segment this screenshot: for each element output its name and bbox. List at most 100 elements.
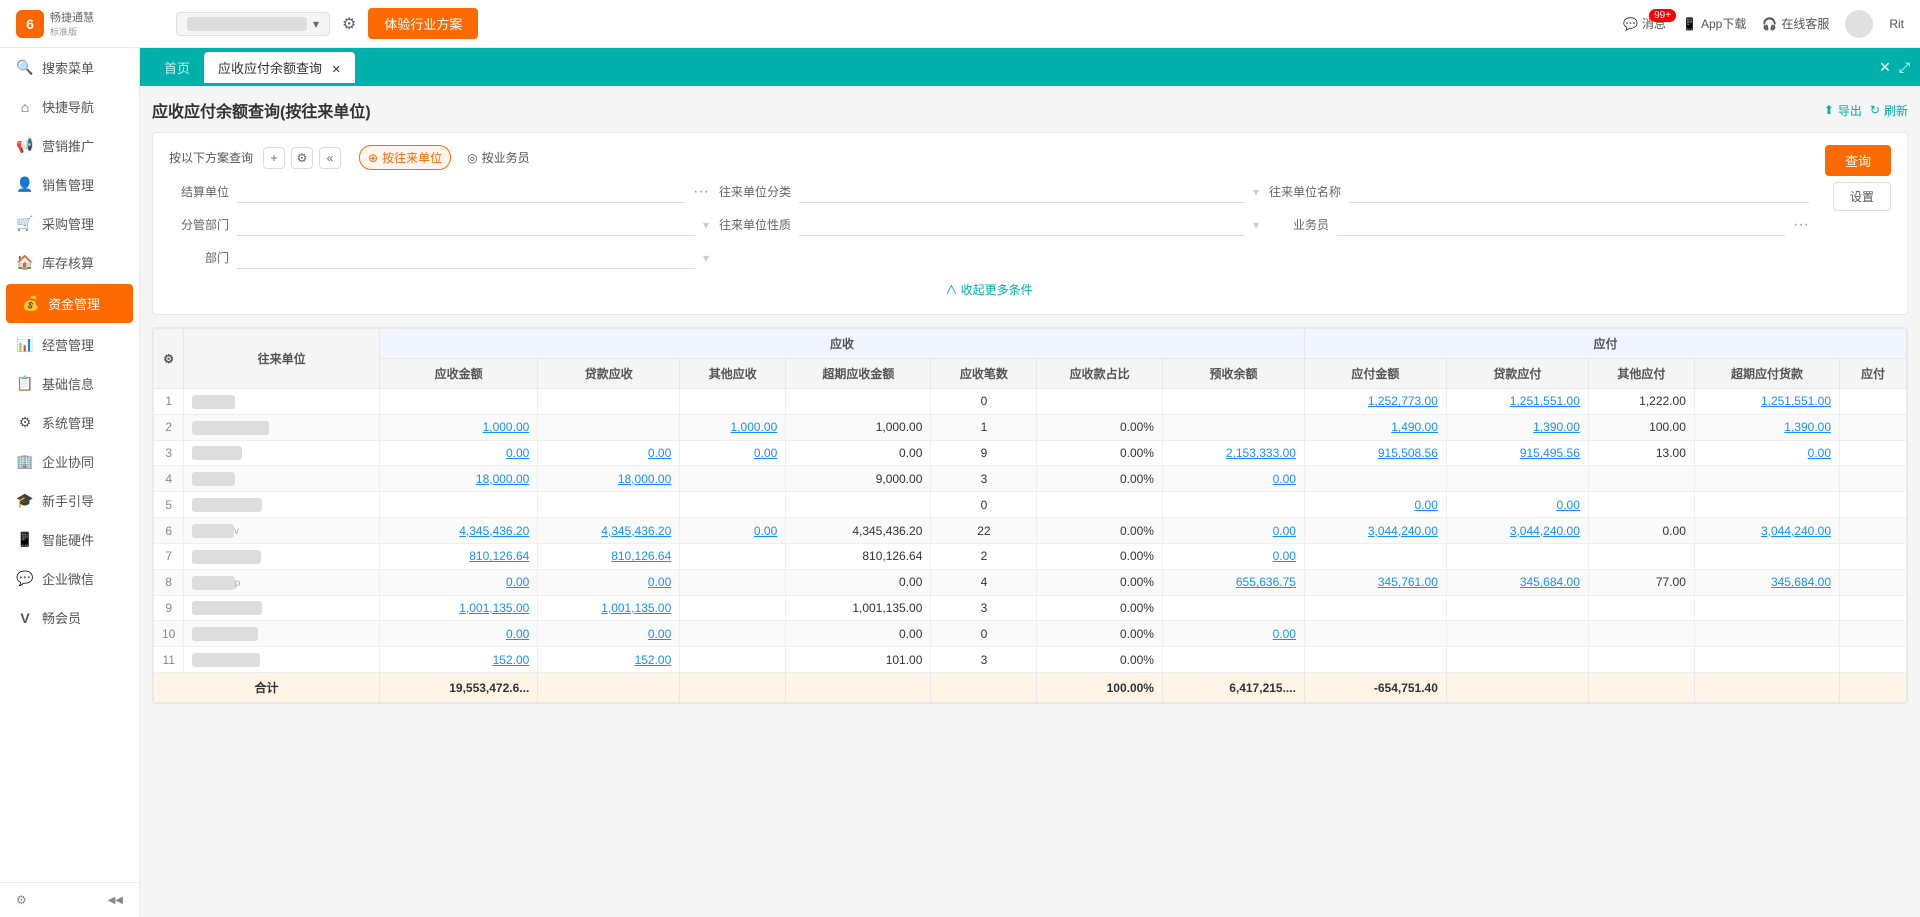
row-pay-amount[interactable]: 345,761.00 (1304, 569, 1446, 595)
row-advance-balance[interactable]: 0.00 (1162, 543, 1304, 569)
row-other-recv[interactable]: 1,000.00 (680, 414, 786, 440)
salesperson-dots[interactable]: ··· (1793, 216, 1809, 234)
row-loan-pay[interactable]: 0.00 (1446, 492, 1588, 518)
row-overdue-pay[interactable]: 1,251,551.00 (1694, 389, 1839, 415)
sidebar-item-member[interactable]: V 畅会员 (0, 598, 139, 637)
sidebar-item-smart-hardware[interactable]: 📱 智能硬件 (0, 520, 139, 559)
row-overdue-pay[interactable]: 3,044,240.00 (1694, 518, 1839, 544)
row-loan-pay[interactable]: 1,251,551.00 (1446, 389, 1588, 415)
row-recv-amount[interactable]: 4,345,436.20 (380, 518, 538, 544)
row-loan-recv[interactable]: 0.00 (538, 440, 680, 466)
row-loan-recv[interactable]: 0.00 (538, 621, 680, 647)
tab-expand-icon[interactable]: ⤢ (1899, 59, 1910, 76)
row-advance-balance[interactable]: 655,636.75 (1162, 569, 1304, 595)
sidebar-item-inventory[interactable]: 🏠 库存核算 (0, 243, 139, 282)
sales-icon: 👤 (16, 176, 34, 194)
row-loan-recv[interactable]: 18,000.00 (538, 466, 680, 492)
row-recv-amount[interactable]: 1,000.00 (380, 414, 538, 440)
scheme-by-salesperson[interactable]: ◎ 按业务员 (459, 145, 538, 170)
row-recv-amount[interactable]: 0.00 (380, 569, 538, 595)
row-pay-amount[interactable]: 0.00 (1304, 492, 1446, 518)
row-loan-pay[interactable]: 345,684.00 (1446, 569, 1588, 595)
sidebar-item-quick-nav[interactable]: ⌂ 快捷导航 (0, 87, 139, 126)
row-overdue-pay[interactable]: 345,684.00 (1694, 569, 1839, 595)
row-advance-balance[interactable]: 0.00 (1162, 466, 1304, 492)
app-download-action[interactable]: 📱 App下载 (1682, 15, 1746, 32)
row-advance-balance[interactable]: 0.00 (1162, 518, 1304, 544)
sidebar-item-operations[interactable]: 📊 经营管理 (0, 325, 139, 364)
setting-button[interactable]: 设置 (1833, 182, 1891, 211)
partner-nature-input[interactable] (799, 213, 1245, 236)
row-recv-ratio: 0.00% (1037, 543, 1163, 569)
row-recv-amount[interactable]: 0.00 (380, 440, 538, 466)
footer-pay-amount[interactable]: -654,751.40 (1304, 673, 1446, 703)
row-recv-amount[interactable]: 18,000.00 (380, 466, 538, 492)
sidebar-item-system[interactable]: ⚙ 系统管理 (0, 403, 139, 442)
sidebar-item-search-menu[interactable]: 🔍 搜索菜单 (0, 48, 139, 87)
row-other-recv[interactable]: 0.00 (680, 518, 786, 544)
footer-recv-amount[interactable]: 19,553,472.6... (380, 673, 538, 703)
row-num: 8 (154, 569, 184, 595)
user-name[interactable]: Rit (1889, 17, 1904, 31)
row-other-recv[interactable]: 0.00 (680, 440, 786, 466)
row-pay-amount[interactable]: 1,252,773.00 (1304, 389, 1446, 415)
export-button[interactable]: ⬆ 导出 (1824, 102, 1862, 119)
filter-settings-icon[interactable]: ⚙ (291, 147, 313, 169)
refresh-button[interactable]: ↻ 刷新 (1870, 102, 1908, 119)
row-loan-recv[interactable]: 1,001,135.00 (538, 595, 680, 621)
filter-add-icon[interactable]: + (263, 147, 285, 169)
row-loan-recv[interactable]: 0.00 (538, 569, 680, 595)
row-recv-amount[interactable]: 152.00 (380, 647, 538, 673)
row-overdue-pay[interactable]: 1,390.00 (1694, 414, 1839, 440)
query-button[interactable]: 查询 (1825, 145, 1891, 176)
salesperson-input[interactable] (1337, 213, 1785, 236)
row-pay-amount[interactable]: 3,044,240.00 (1304, 518, 1446, 544)
row-advance-balance[interactable]: 0.00 (1162, 621, 1304, 647)
managing-dept-input[interactable] (237, 213, 695, 236)
sidebar-item-purchase[interactable]: 🛒 采购管理 (0, 204, 139, 243)
online-service-action[interactable]: 🎧 在线客服 (1762, 15, 1829, 32)
tab-home[interactable]: 首页 (150, 52, 204, 83)
row-loan-recv[interactable]: 810,126.64 (538, 543, 680, 569)
settlement-unit-input[interactable] (237, 180, 685, 203)
row-pay-extra (1840, 543, 1907, 569)
tab-ar-ap-query[interactable]: 应收应付余额查询 ✕ (204, 52, 355, 83)
settlement-unit-dots[interactable]: ··· (693, 183, 709, 201)
row-loan-recv[interactable]: 152.00 (538, 647, 680, 673)
row-loan-pay[interactable]: 915,495.56 (1446, 440, 1588, 466)
filter-collapse-btn[interactable]: ∧ 收起更多条件 (169, 277, 1809, 302)
row-recv-amount[interactable]: 0.00 (380, 621, 538, 647)
dept-input[interactable] (237, 246, 695, 269)
row-loan-recv[interactable]: 4,345,436.20 (538, 518, 680, 544)
tab-minimize-icon[interactable]: ✕ (1879, 59, 1891, 76)
filter-collapse-left-icon[interactable]: « (319, 147, 341, 169)
row-loan-pay[interactable]: 1,390.00 (1446, 414, 1588, 440)
tab-close-icon[interactable]: ✕ (332, 64, 341, 76)
solution-button[interactable]: 体验行业方案 (368, 8, 478, 39)
sidebar-item-enterprise[interactable]: 🏢 企业协同 (0, 442, 139, 481)
partner-name-input[interactable] (1349, 180, 1809, 203)
sidebar-settings-icon[interactable]: ⚙ (16, 893, 27, 907)
sidebar-item-sales[interactable]: 👤 销售管理 (0, 165, 139, 204)
row-num: 11 (154, 647, 184, 673)
row-advance-balance[interactable]: 2,153,333.00 (1162, 440, 1304, 466)
table-settings-icon[interactable]: ⚙ (154, 329, 184, 389)
row-recv-amount[interactable]: 1,001,135.00 (380, 595, 538, 621)
row-overdue-pay[interactable]: 0.00 (1694, 440, 1839, 466)
sidebar-collapse-icon[interactable]: ◀◀ (108, 895, 123, 906)
user-avatar[interactable] (1845, 10, 1873, 38)
row-loan-pay[interactable]: 3,044,240.00 (1446, 518, 1588, 544)
scheme-by-partner[interactable]: ⊕ 按往来单位 (359, 145, 451, 170)
sidebar-item-marketing[interactable]: 📢 营销推广 (0, 126, 139, 165)
row-recv-amount[interactable]: 810,126.64 (380, 543, 538, 569)
sidebar-item-guide[interactable]: 🎓 新手引导 (0, 481, 139, 520)
sidebar-item-enterprise-wechat[interactable]: 💬 企业微信 (0, 559, 139, 598)
settings-gear-icon[interactable]: ⚙ (342, 14, 356, 34)
row-pay-amount[interactable]: 1,490.00 (1304, 414, 1446, 440)
sidebar-item-basic-info[interactable]: 📋 基础信息 (0, 364, 139, 403)
partner-category-input[interactable] (799, 180, 1245, 203)
breadcrumb-nav[interactable]: ▾ (176, 12, 330, 36)
sidebar-item-finance[interactable]: 💰 资金管理 (6, 284, 133, 323)
message-action[interactable]: 💬 消息 99+ (1623, 15, 1666, 32)
row-pay-amount[interactable]: 915,508.56 (1304, 440, 1446, 466)
